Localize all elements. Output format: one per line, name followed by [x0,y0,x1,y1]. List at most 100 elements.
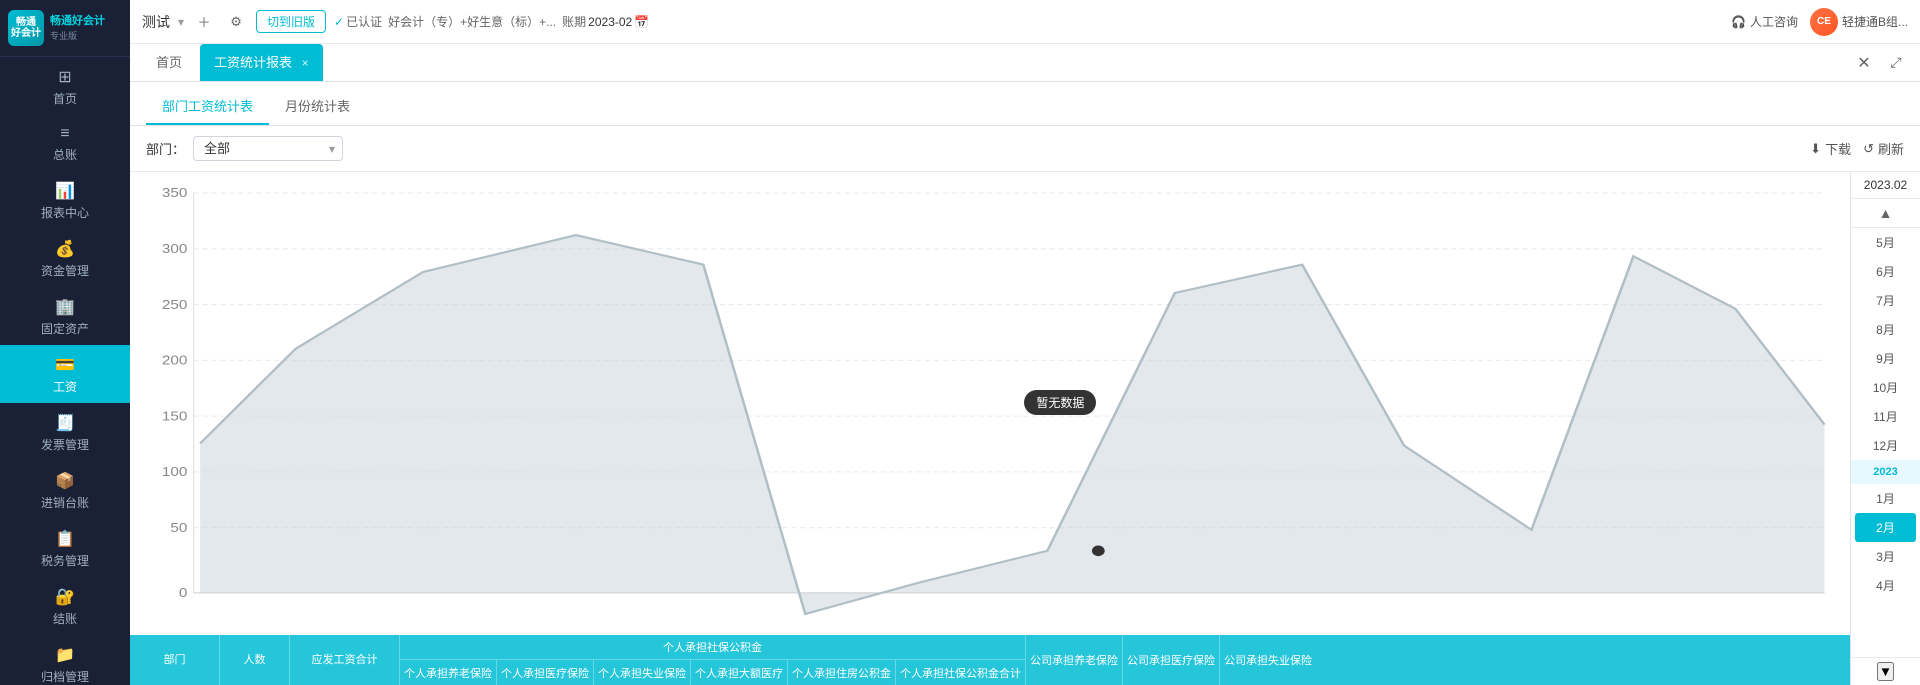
topbar-settings-btn[interactable]: ⚙ [224,10,248,34]
month-12[interactable]: 12月 [1851,431,1920,460]
svg-text:50: 50 [170,520,187,534]
sidebar-item-label: 固定资产 [41,320,89,337]
sidebar-item-checkout[interactable]: 🔐 结账 [0,577,130,635]
calendar-icon[interactable]: 📅 [634,15,649,29]
sidebar-item-label: 归档管理 [41,668,89,685]
tab-home[interactable]: 首页 [142,44,196,81]
sidebar-item-reports[interactable]: 📊 报表中心 [0,171,130,229]
tab-maximize-btn[interactable]: ⤢ [1884,51,1908,75]
sidebar-item-assets[interactable]: 🏢 固定资产 [0,287,130,345]
salary-chart: 350 300 250 200 150 100 50 0 [130,172,1850,635]
topbar-period: 账期 2023-02 📅 [562,13,649,30]
content-area: 部门工资统计表 月份统计表 部门： 全部 部门A 部门B ⬇ 下载 [130,82,1920,685]
topbar-right: 🎧 人工咨询 CE 轻捷通B组... [1731,8,1908,36]
prev-year-btn[interactable]: ▲ [1873,203,1899,223]
filter-left: 部门： 全部 部门A 部门B [146,136,343,161]
archive-icon: 📁 [55,645,75,665]
user-avatar: CE [1810,8,1838,36]
month-7[interactable]: 7月 [1851,286,1920,315]
sidebar-item-archive[interactable]: 📁 归档管理 [0,635,130,685]
sidebar-item-label: 结账 [53,610,77,627]
app-name: 畅通好会计 [50,14,105,28]
svg-text:150: 150 [162,409,188,423]
month-10[interactable]: 10月 [1851,373,1920,402]
tab-close-btn[interactable]: × [302,56,309,70]
refresh-icon: ↺ [1863,141,1874,157]
month-3[interactable]: 3月 [1851,542,1920,571]
th-company-pension: 公司承担养老保险 [1026,635,1123,685]
assets-icon: 🏢 [55,297,75,317]
switch-to-old-btn[interactable]: 切到旧版 [256,10,326,33]
topbar-dropdown-arrow[interactable]: ▾ [178,15,184,29]
tab-salary-report[interactable]: 工资统计报表 × [200,44,323,81]
month-9[interactable]: 9月 [1851,344,1920,373]
app-edition: 专业版 [50,29,105,42]
month-8[interactable]: 8月 [1851,315,1920,344]
month-5[interactable]: 5月 [1851,228,1920,257]
filter-row: 部门： 全部 部门A 部门B ⬇ 下载 ↺ 刷新 [130,126,1920,172]
period-value: 2023-02 [588,15,632,29]
th-salary: 应发工资合计 [290,635,400,685]
svg-text:100: 100 [162,464,188,478]
tab-close-window-btn[interactable]: ✕ [1852,51,1876,75]
content-with-right: 350 300 250 200 150 100 50 0 [130,172,1920,685]
sidebar-item-ledger[interactable]: ≡ 总账 [0,115,130,171]
month-4[interactable]: 4月 [1851,571,1920,600]
next-year-btn[interactable]: ▼ [1877,662,1894,681]
sidebar-item-label: 资金管理 [41,262,89,279]
app-logo-icon: 畅通好会计 [8,10,44,46]
download-icon: ⬇ [1810,141,1821,157]
human-service-label: 人工咨询 [1750,13,1798,30]
sidebar-item-salary[interactable]: 💳 工资 [0,345,130,403]
sidebar-item-label: 首页 [53,90,77,107]
topbar-tags: ✓ 已认证 好会计（专）+好生意（标）+... 账期 2023-02 📅 [334,13,1723,30]
sub-tab-dept[interactable]: 部门工资统计表 [146,90,269,125]
month-11[interactable]: 11月 [1851,402,1920,431]
ledger-icon: ≡ [60,125,69,143]
tabs-row: 首页 工资统计报表 × ✕ ⤢ [130,44,1920,82]
month-2-active[interactable]: 2月 [1855,513,1916,542]
sidebar-item-funds[interactable]: 💰 资金管理 [0,229,130,287]
refresh-btn[interactable]: ↺ 刷新 [1863,139,1904,158]
topbar: 测试 ▾ ＋ ⚙ 切到旧版 ✓ 已认证 好会计（专）+好生意（标）+... 账期… [130,0,1920,44]
topbar-product-tags: 好会计（专）+好生意（标）+... [388,13,556,30]
dept-select-wrapper: 全部 部门A 部门B [193,136,343,161]
month-6[interactable]: 6月 [1851,257,1920,286]
right-date-panel: 2023.02 ▲ 5月 6月 7月 8月 9月 10月 11月 12月 202… [1850,172,1920,685]
svg-text:200: 200 [162,353,188,367]
sidebar-item-tax[interactable]: 📋 税务管理 [0,519,130,577]
dept-select[interactable]: 全部 部门A 部门B [193,136,343,161]
funds-icon: 💰 [55,239,75,259]
th-personal-unemployment: 个人承担失业保险 [594,660,691,685]
th-company-medical: 公司承担医疗保险 [1123,635,1220,685]
chart-container: 350 300 250 200 150 100 50 0 [130,172,1850,635]
sidebar-item-home[interactable]: ⊞ 首页 [0,57,130,115]
download-btn[interactable]: ⬇ 下载 [1810,139,1851,158]
chart-and-table: 350 300 250 200 150 100 50 0 [130,172,1850,685]
sidebar-item-label: 进销台账 [41,494,89,511]
user-info-btn[interactable]: CE 轻捷通B组... [1810,8,1908,36]
sidebar-item-label: 税务管理 [41,552,89,569]
salary-icon: 💳 [55,355,75,375]
sidebar-item-purchase[interactable]: 📦 进销台账 [0,461,130,519]
th-personal-major-medical: 个人承担大额医疗 [691,660,788,685]
topbar-add-btn[interactable]: ＋ [192,10,216,34]
month-1[interactable]: 1月 [1851,484,1920,513]
right-panel-year: 2023.02 [1851,172,1920,199]
tax-icon: 📋 [55,529,75,549]
human-service-btn[interactable]: 🎧 人工咨询 [1731,13,1798,30]
topbar-certified-tag: ✓ 已认证 [334,13,382,30]
invoice-icon: 🧾 [55,413,75,433]
sidebar-nav: ⊞ 首页 ≡ 总账 📊 报表中心 💰 资金管理 🏢 固定资产 💳 工资 🧾 发票… [0,57,130,685]
svg-text:350: 350 [162,186,188,200]
sub-tab-monthly[interactable]: 月份统计表 [269,90,366,125]
sidebar-item-invoice[interactable]: 🧾 发票管理 [0,403,130,461]
th-personal-total: 个人承担社保公积金合计 [896,660,1025,685]
month-list: 5月 6月 7月 8月 9月 10月 11月 12月 2023 1月 2月 3月… [1851,228,1920,657]
sub-tabs: 部门工资统计表 月份统计表 [130,82,1920,126]
svg-text:0: 0 [179,585,188,599]
sidebar-item-label: 总账 [53,146,77,163]
sidebar: 畅通好会计 畅通好会计 专业版 ⊞ 首页 ≡ 总账 📊 报表中心 💰 资金管理 … [0,0,130,685]
purchase-icon: 📦 [55,471,75,491]
sidebar-item-label: 发票管理 [41,436,89,453]
